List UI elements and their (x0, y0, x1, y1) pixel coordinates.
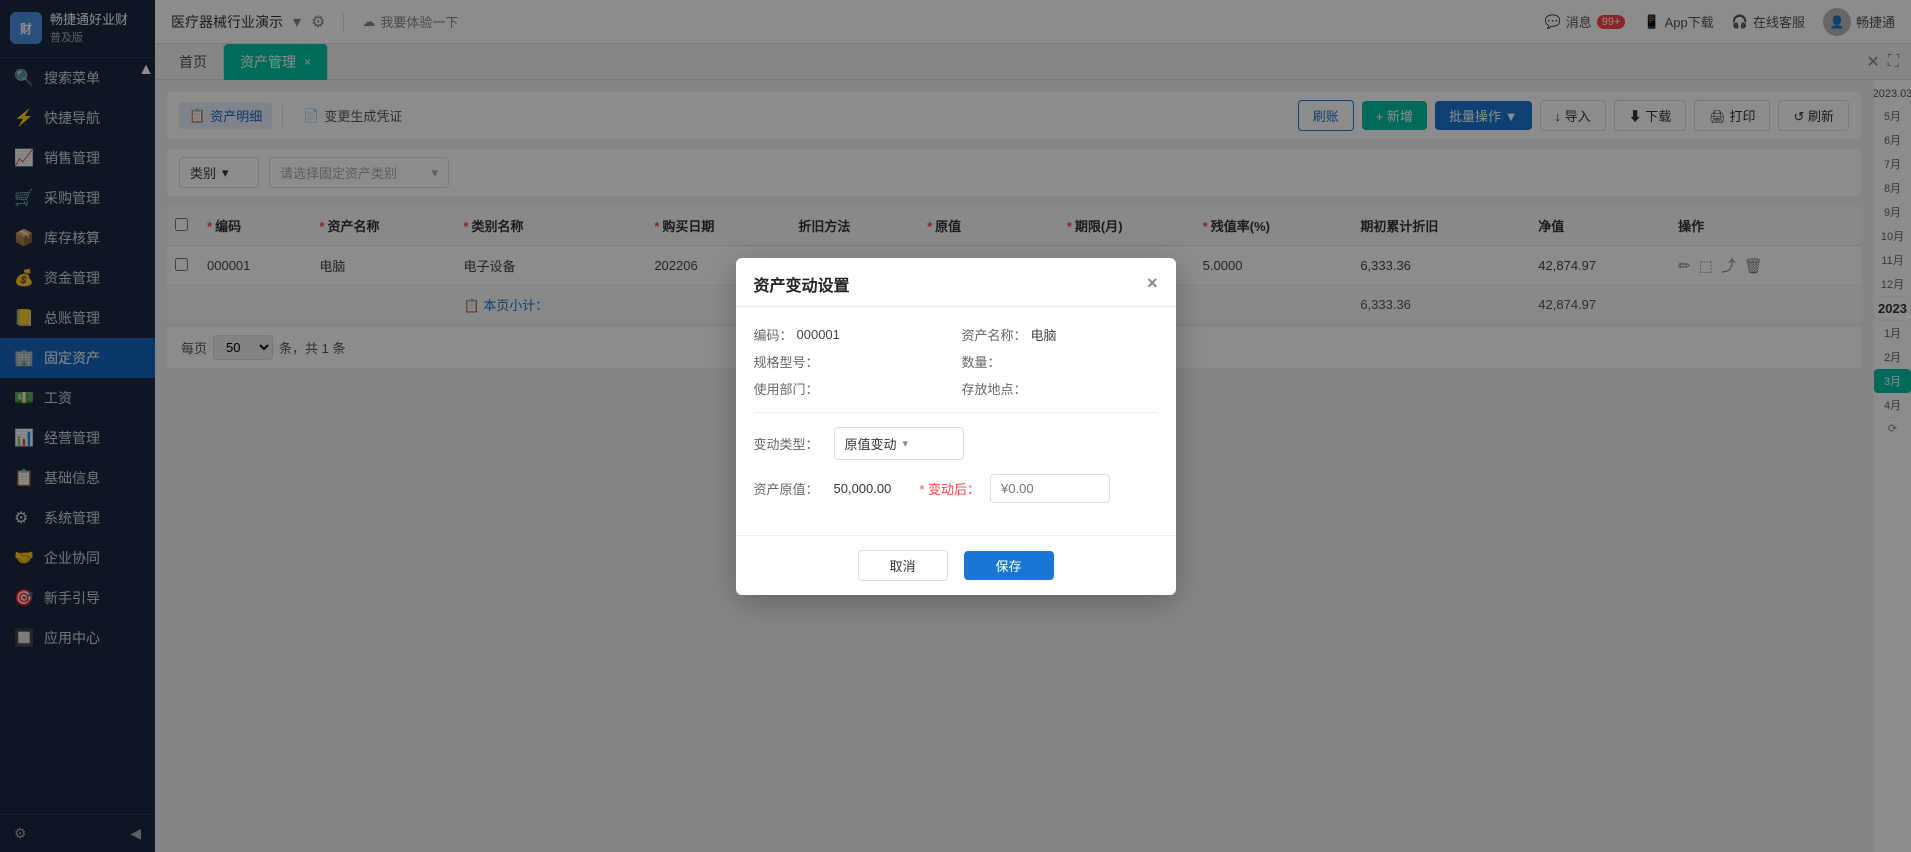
modal-header: 资产变动设置 × (736, 258, 1176, 307)
modal-title: 资产变动设置 (754, 272, 850, 296)
save-btn[interactable]: 保存 (964, 551, 1054, 580)
modal-info-grid: 编码： 000001 资产名称： 电脑 规格型号： 数量： 使用部门： (754, 325, 1158, 398)
modal-info-qty: 数量： (962, 352, 1158, 371)
modal-info-spec: 规格型号： (754, 352, 950, 371)
modal-divider (754, 412, 1158, 413)
asset-original-value: 50,000.00 (834, 481, 892, 496)
modal-close-btn[interactable]: × (1147, 273, 1158, 294)
after-change-input[interactable] (990, 474, 1110, 503)
modal-form-change-type: 变动类型： 原值变动 ▾ (754, 427, 1158, 460)
change-type-chevron: ▾ (903, 437, 909, 450)
asset-change-modal: 资产变动设置 × 编码： 000001 资产名称： 电脑 规格型号： 数量： (736, 258, 1176, 595)
modal-info-dept: 使用部门： (754, 379, 950, 398)
change-type-select[interactable]: 原值变动 ▾ (834, 427, 964, 460)
modal-info-location: 存放地点： (962, 379, 1158, 398)
modal-info-name: 资产名称： 电脑 (962, 325, 1158, 344)
modal-form-asset-value: 资产原值： 50,000.00 * 变动后： (754, 474, 1158, 503)
cancel-btn[interactable]: 取消 (858, 550, 948, 581)
modal-footer: 取消 保存 (736, 535, 1176, 595)
modal-info-code: 编码： 000001 (754, 325, 950, 344)
modal-overlay: 资产变动设置 × 编码： 000001 资产名称： 电脑 规格型号： 数量： (0, 0, 1911, 852)
after-change-label: * 变动后： (919, 479, 980, 498)
modal-body: 编码： 000001 资产名称： 电脑 规格型号： 数量： 使用部门： (736, 307, 1176, 535)
